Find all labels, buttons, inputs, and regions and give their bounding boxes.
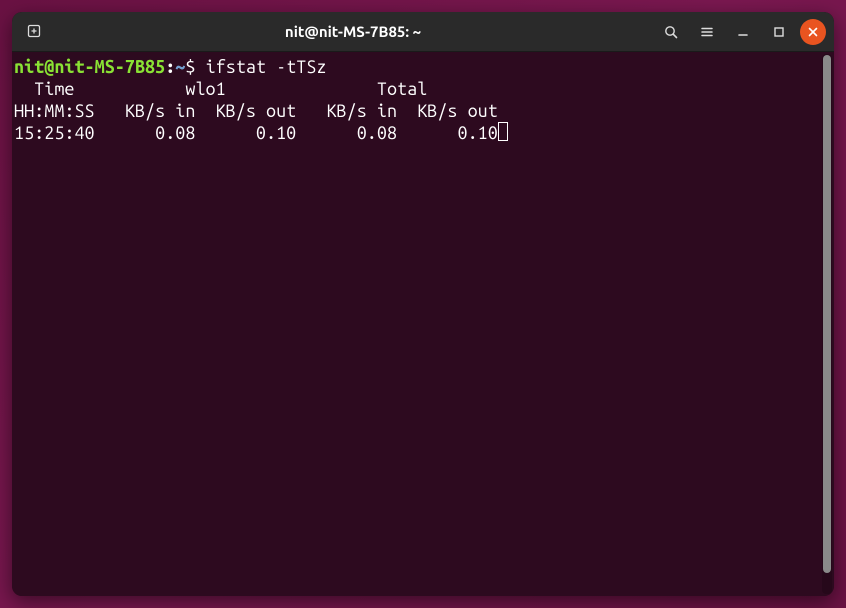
command-text: ifstat -tTSz bbox=[206, 57, 327, 77]
terminal-cursor bbox=[498, 122, 508, 141]
titlebar-right bbox=[656, 18, 826, 46]
search-icon bbox=[663, 24, 679, 40]
terminal-output[interactable]: nit@nit-MS-7B85:~$ ifstat -tTSz Time wlo… bbox=[12, 52, 822, 596]
minimize-button[interactable] bbox=[728, 18, 758, 46]
close-icon bbox=[807, 26, 819, 38]
terminal-window: nit@nit-MS-7B85: ~ bbox=[12, 12, 834, 596]
close-button[interactable] bbox=[800, 19, 826, 45]
prompt-dollar: $ bbox=[185, 57, 195, 77]
output-row: 15:25:40 0.08 0.10 0.08 0.10 bbox=[14, 123, 498, 143]
prompt-user-host: nit@nit-MS-7B85 bbox=[14, 57, 165, 77]
scrollbar[interactable] bbox=[822, 54, 832, 594]
output-header-2: HH:MM:SS KB/s in KB/s out KB/s in KB/s o… bbox=[14, 101, 498, 121]
window-title: nit@nit-MS-7B85: ~ bbox=[50, 23, 656, 40]
prompt-colon: : bbox=[165, 57, 175, 77]
search-button[interactable] bbox=[656, 18, 686, 46]
new-tab-button[interactable] bbox=[20, 18, 50, 46]
maximize-button[interactable] bbox=[764, 18, 794, 46]
hamburger-icon bbox=[699, 24, 715, 40]
terminal-area[interactable]: nit@nit-MS-7B85:~$ ifstat -tTSz Time wlo… bbox=[12, 52, 834, 596]
titlebar-left bbox=[20, 18, 50, 46]
prompt-path: ~ bbox=[175, 57, 185, 77]
maximize-icon bbox=[771, 24, 787, 40]
menu-button[interactable] bbox=[692, 18, 722, 46]
scrollbar-thumb[interactable] bbox=[823, 55, 831, 573]
new-tab-icon bbox=[27, 24, 43, 40]
output-header-1: Time wlo1 Total bbox=[14, 79, 427, 99]
minimize-icon bbox=[735, 24, 751, 40]
titlebar: nit@nit-MS-7B85: ~ bbox=[12, 12, 834, 52]
